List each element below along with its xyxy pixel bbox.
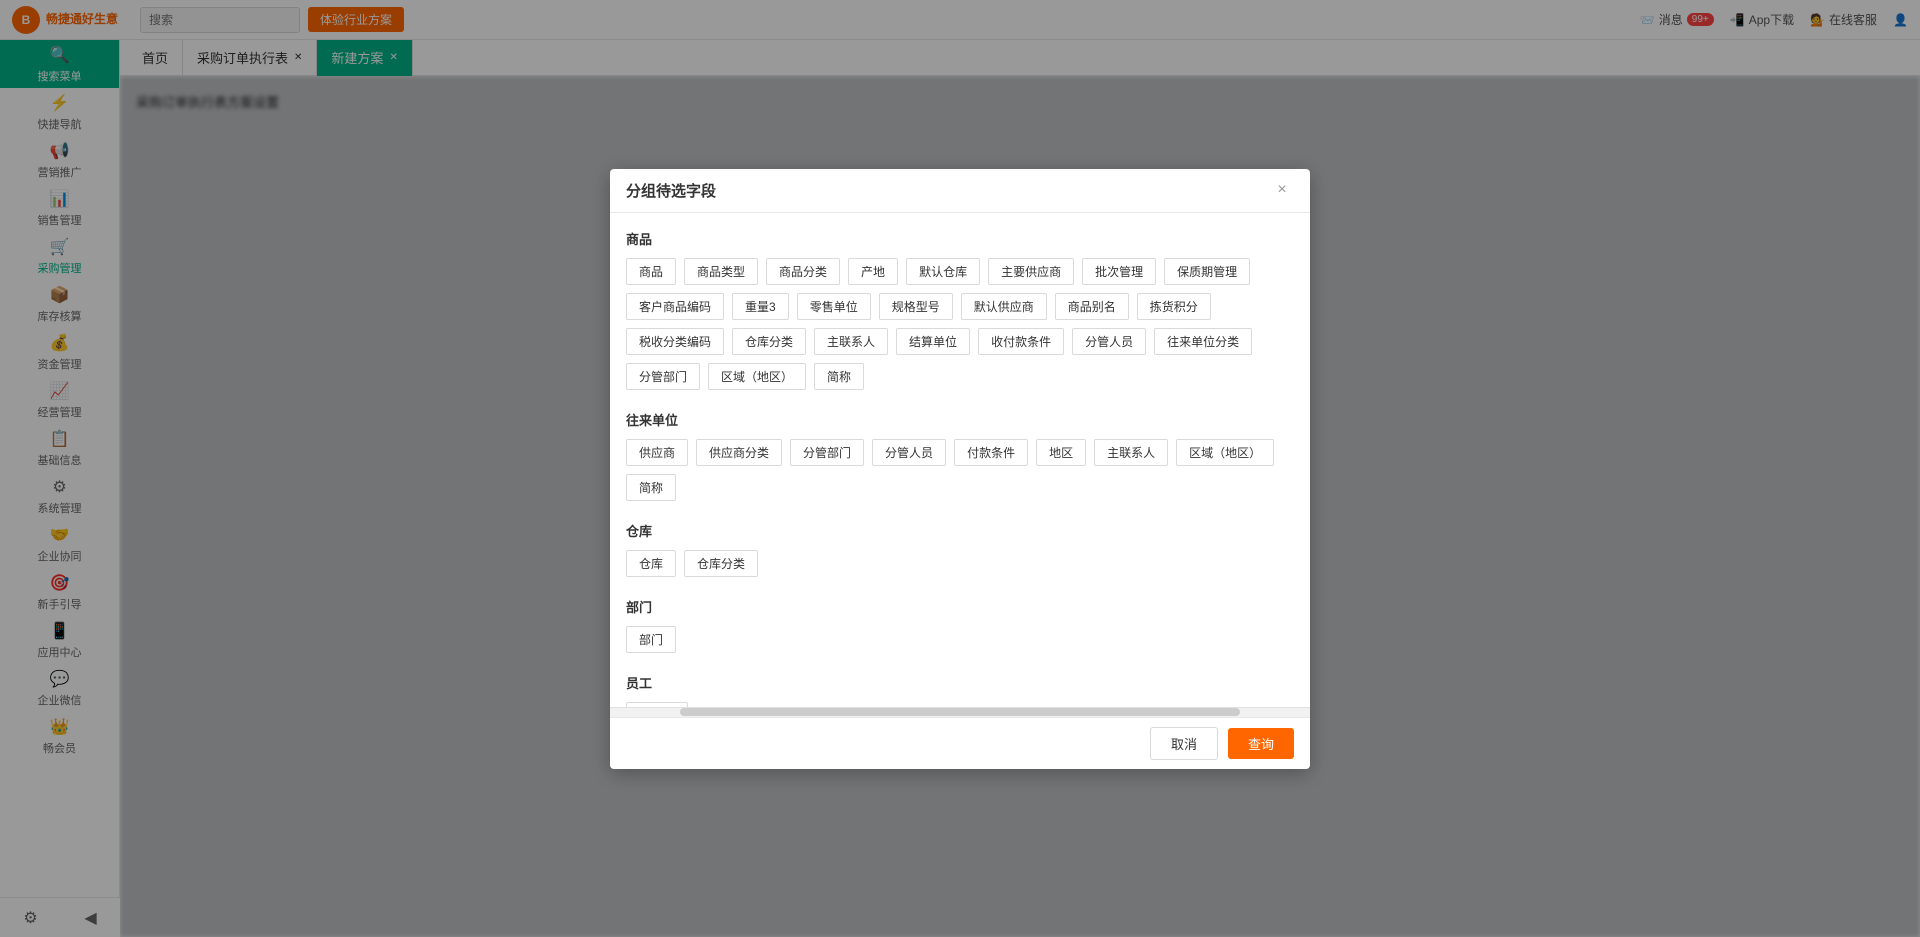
field-tag-region2[interactable]: 区域（地区） xyxy=(1176,439,1274,466)
field-tag-shelf-life[interactable]: 保质期管理 xyxy=(1164,258,1250,285)
field-tag-main-contact2[interactable]: 主联系人 xyxy=(1094,439,1168,466)
field-tag-dept-mgmt[interactable]: 分管部门 xyxy=(790,439,864,466)
section-department-title: 部门 xyxy=(626,597,1294,616)
cancel-button[interactable]: 取消 xyxy=(1150,727,1218,760)
field-tag-spec-model[interactable]: 规格型号 xyxy=(879,293,953,320)
section-employee-title: 员工 xyxy=(626,673,1294,692)
field-tag-supplier[interactable]: 供应商 xyxy=(626,439,688,466)
field-tag-main-supplier[interactable]: 主要供应商 xyxy=(988,258,1074,285)
field-tag-default-warehouse[interactable]: 默认仓库 xyxy=(906,258,980,285)
section-product: 商品 商品 商品类型 商品分类 产地 默认仓库 主要供应商 批次管理 保质期管理… xyxy=(626,229,1294,390)
field-tag-product-alias[interactable]: 商品别名 xyxy=(1055,293,1129,320)
field-tag-pay-terms[interactable]: 付款条件 xyxy=(954,439,1028,466)
field-tag-main-contact[interactable]: 主联系人 xyxy=(814,328,888,355)
field-tag-manager[interactable]: 分管人员 xyxy=(1072,328,1146,355)
field-tag-customer-code[interactable]: 客户商品编码 xyxy=(626,293,724,320)
warehouse-field-tags: 仓库 仓库分类 xyxy=(626,550,1294,577)
field-tag-warehouse-cat[interactable]: 仓库分类 xyxy=(684,550,758,577)
section-product-title: 商品 xyxy=(626,229,1294,248)
field-tag-pick-points[interactable]: 拣货积分 xyxy=(1137,293,1211,320)
modal-footer: 取消 查询 xyxy=(610,717,1310,769)
field-tag-origin[interactable]: 产地 xyxy=(848,258,898,285)
field-tag-person-mgmt[interactable]: 分管人员 xyxy=(872,439,946,466)
field-tag-product-type[interactable]: 商品类型 xyxy=(684,258,758,285)
field-tag-counterpart-category[interactable]: 往来单位分类 xyxy=(1154,328,1252,355)
modal-title: 分组待选字段 xyxy=(626,180,716,201)
modal-overlay: 分组待选字段 × 商品 商品 商品类型 商品分类 产地 默认仓库 主要供应商 批… xyxy=(0,0,1920,937)
field-tag-settle-unit[interactable]: 结算单位 xyxy=(896,328,970,355)
field-tag-warehouse-category[interactable]: 仓库分类 xyxy=(732,328,806,355)
field-tag-batch-mgmt[interactable]: 批次管理 xyxy=(1082,258,1156,285)
field-tag-product-category[interactable]: 商品分类 xyxy=(766,258,840,285)
field-tag-payment-terms[interactable]: 收付款条件 xyxy=(978,328,1064,355)
section-counterpart: 往来单位 供应商 供应商分类 分管部门 分管人员 付款条件 地区 主联系人 区域… xyxy=(626,410,1294,501)
section-employee: 员工 业务员 xyxy=(626,673,1294,708)
field-tag-product[interactable]: 商品 xyxy=(626,258,676,285)
field-tag-abbr2[interactable]: 简称 xyxy=(626,474,676,501)
field-tag-mgmt-dept[interactable]: 分管部门 xyxy=(626,363,700,390)
modal-header: 分组待选字段 × xyxy=(610,169,1310,213)
field-tag-area[interactable]: 地区 xyxy=(1036,439,1086,466)
field-tag-supplier-category[interactable]: 供应商分类 xyxy=(696,439,782,466)
modal-hscrollbar[interactable] xyxy=(610,707,1310,716)
field-tag-dept[interactable]: 部门 xyxy=(626,626,676,653)
section-warehouse: 仓库 仓库 仓库分类 xyxy=(626,521,1294,577)
field-tag-abbr[interactable]: 简称 xyxy=(814,363,864,390)
field-tag-weight[interactable]: 重量3 xyxy=(732,293,789,320)
department-field-tags: 部门 xyxy=(626,626,1294,653)
counterpart-field-tags: 供应商 供应商分类 分管部门 分管人员 付款条件 地区 主联系人 区域（地区） … xyxy=(626,439,1294,501)
field-select-modal: 分组待选字段 × 商品 商品 商品类型 商品分类 产地 默认仓库 主要供应商 批… xyxy=(610,169,1310,769)
field-tag-retail-unit[interactable]: 零售单位 xyxy=(797,293,871,320)
field-tag-warehouse[interactable]: 仓库 xyxy=(626,550,676,577)
field-tag-tax-code[interactable]: 税收分类编码 xyxy=(626,328,724,355)
section-warehouse-title: 仓库 xyxy=(626,521,1294,540)
field-tag-region[interactable]: 区域（地区） xyxy=(708,363,806,390)
product-field-tags: 商品 商品类型 商品分类 产地 默认仓库 主要供应商 批次管理 保质期管理 客户… xyxy=(626,258,1294,390)
modal-close-btn[interactable]: × xyxy=(1270,178,1294,202)
modal-body: 商品 商品 商品类型 商品分类 产地 默认仓库 主要供应商 批次管理 保质期管理… xyxy=(610,213,1310,708)
field-tag-default-supplier[interactable]: 默认供应商 xyxy=(961,293,1047,320)
section-counterpart-title: 往来单位 xyxy=(626,410,1294,429)
section-department: 部门 部门 xyxy=(626,597,1294,653)
confirm-button[interactable]: 查询 xyxy=(1228,728,1294,759)
